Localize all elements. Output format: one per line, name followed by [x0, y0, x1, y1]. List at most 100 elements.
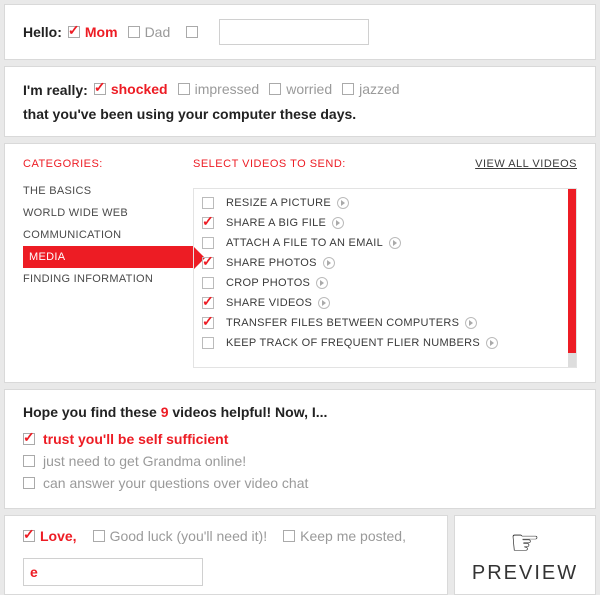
- play-icon[interactable]: [389, 237, 401, 249]
- category-item[interactable]: WORLD WIDE WEB: [23, 202, 193, 224]
- hope-line: Hope you find these 9 videos helpful! No…: [23, 404, 577, 420]
- option-label: shocked: [111, 81, 168, 97]
- video-item[interactable]: KEEP TRACK OF FREQUENT FLIER NUMBERS: [202, 333, 560, 353]
- video-item[interactable]: TRANSFER FILES BETWEEN COMPUTERS: [202, 313, 560, 333]
- checkbox-icon[interactable]: [202, 257, 214, 269]
- video-title: KEEP TRACK OF FREQUENT FLIER NUMBERS: [226, 337, 480, 349]
- video-title: SHARE PHOTOS: [226, 257, 317, 269]
- checkbox-icon: [23, 433, 35, 445]
- hope-post: videos helpful! Now, I...: [168, 404, 327, 420]
- video-item[interactable]: ATTACH A FILE TO AN EMAIL: [202, 233, 560, 253]
- hope-pre: Hope you find these: [23, 404, 161, 420]
- checkbox-icon: [186, 26, 198, 38]
- video-item[interactable]: CROP PHOTOS: [202, 273, 560, 293]
- preview-label: PREVIEW: [472, 562, 578, 585]
- checkbox-icon[interactable]: [202, 317, 214, 329]
- categories-column: CATEGORIES: THE BASICSWORLD WIDE WEBCOMM…: [23, 158, 193, 368]
- hello-custom-input[interactable]: [219, 19, 369, 45]
- feeling-option-worried[interactable]: worried: [269, 81, 332, 97]
- play-icon[interactable]: [318, 297, 330, 309]
- checkbox-icon: [283, 530, 295, 542]
- checkbox-icon[interactable]: [202, 277, 214, 289]
- preview-button[interactable]: ☞ PREVIEW: [454, 515, 596, 595]
- feeling-option-jazzed[interactable]: jazzed: [342, 81, 399, 97]
- video-title: RESIZE A PICTURE: [226, 197, 331, 209]
- play-icon[interactable]: [323, 257, 335, 269]
- name-input[interactable]: [23, 558, 203, 586]
- checkbox-icon: [93, 530, 105, 542]
- signoff-panel: Love, Good luck (you'll need it)! Keep me …: [4, 515, 448, 595]
- checkbox-icon: [94, 83, 106, 95]
- checkbox-icon[interactable]: [202, 337, 214, 349]
- hello-option-custom[interactable]: [186, 26, 203, 38]
- option-label: impressed: [195, 81, 260, 97]
- video-title: SHARE A BIG FILE: [226, 217, 326, 229]
- signoff-option[interactable]: Keep me posted,: [283, 528, 406, 544]
- play-icon[interactable]: [465, 317, 477, 329]
- hello-option-dad[interactable]: Dad: [128, 24, 171, 40]
- signoff-label: Love,: [40, 528, 77, 544]
- closing-label: can answer your questions over video cha…: [43, 475, 308, 491]
- pointing-hand-icon: ☞: [510, 526, 540, 560]
- hello-option-mom[interactable]: Mom: [68, 24, 118, 40]
- video-item[interactable]: SHARE VIDEOS: [202, 293, 560, 313]
- closing-option[interactable]: trust you'll be self sufficient: [23, 428, 577, 450]
- play-icon[interactable]: [332, 217, 344, 229]
- video-item[interactable]: SHARE PHOTOS: [202, 253, 560, 273]
- video-item[interactable]: SHARE A BIG FILE: [202, 213, 560, 233]
- checkbox-icon: [342, 83, 354, 95]
- video-title: ATTACH A FILE TO AN EMAIL: [226, 237, 383, 249]
- checkbox-icon[interactable]: [202, 217, 214, 229]
- signoff-label: Good luck (you'll need it)!: [110, 528, 268, 544]
- media-panel: CATEGORIES: THE BASICSWORLD WIDE WEBCOMM…: [4, 143, 596, 383]
- checkbox-icon: [23, 530, 35, 542]
- closing-panel: Hope you find these 9 videos helpful! No…: [4, 389, 596, 509]
- hello-panel: Hello: Mom Dad: [4, 4, 596, 60]
- category-item[interactable]: FINDING INFORMATION: [23, 268, 193, 290]
- checkbox-icon[interactable]: [202, 197, 214, 209]
- category-item[interactable]: COMMUNICATION: [23, 224, 193, 246]
- checkbox-icon: [68, 26, 80, 38]
- video-scrollbar[interactable]: [568, 189, 576, 367]
- feeling-label: I'm really:: [23, 82, 88, 98]
- video-title: TRANSFER FILES BETWEEN COMPUTERS: [226, 317, 459, 329]
- closing-label: trust you'll be self sufficient: [43, 431, 228, 447]
- play-icon[interactable]: [316, 277, 328, 289]
- checkbox-icon: [23, 477, 35, 489]
- closing-option[interactable]: just need to get Grandma online!: [23, 450, 577, 472]
- checkbox-icon: [269, 83, 281, 95]
- checkbox-icon[interactable]: [202, 237, 214, 249]
- select-videos-header: SELECT VIDEOS TO SEND:: [193, 158, 346, 170]
- feeling-line2: that you've been using your computer the…: [23, 106, 577, 122]
- checkbox-icon[interactable]: [202, 297, 214, 309]
- video-list: RESIZE A PICTURE SHARE A BIG FILE ATTACH A…: [193, 188, 577, 368]
- view-all-videos-link[interactable]: VIEW ALL VIDEOS: [475, 158, 577, 180]
- feeling-option-impressed[interactable]: impressed: [178, 81, 260, 97]
- checkbox-icon: [178, 83, 190, 95]
- option-label: worried: [286, 81, 332, 97]
- option-label: Mom: [85, 24, 118, 40]
- bottom-row: Love, Good luck (you'll need it)! Keep me …: [4, 515, 596, 595]
- play-icon[interactable]: [486, 337, 498, 349]
- category-item[interactable]: THE BASICS: [23, 180, 193, 202]
- signoff-option[interactable]: Love,: [23, 528, 77, 544]
- scrollbar-thumb[interactable]: [568, 189, 576, 353]
- video-title: CROP PHOTOS: [226, 277, 310, 289]
- video-title: SHARE VIDEOS: [226, 297, 312, 309]
- checkbox-icon: [128, 26, 140, 38]
- videos-column: SELECT VIDEOS TO SEND: VIEW ALL VIDEOS R…: [193, 158, 577, 368]
- play-icon[interactable]: [337, 197, 349, 209]
- scrollbar-track-end: [568, 353, 576, 367]
- signoff-option[interactable]: Good luck (you'll need it)!: [93, 528, 268, 544]
- signoff-label: Keep me posted,: [300, 528, 406, 544]
- checkbox-icon: [23, 455, 35, 467]
- hello-label: Hello:: [23, 24, 62, 40]
- video-item[interactable]: RESIZE A PICTURE: [202, 193, 560, 213]
- option-label: Dad: [145, 24, 171, 40]
- categories-header: CATEGORIES:: [23, 158, 193, 170]
- option-label: jazzed: [359, 81, 399, 97]
- closing-label: just need to get Grandma online!: [43, 453, 246, 469]
- category-item[interactable]: MEDIA: [23, 246, 193, 268]
- closing-option[interactable]: can answer your questions over video cha…: [23, 472, 577, 494]
- feeling-option-shocked[interactable]: shocked: [94, 81, 168, 97]
